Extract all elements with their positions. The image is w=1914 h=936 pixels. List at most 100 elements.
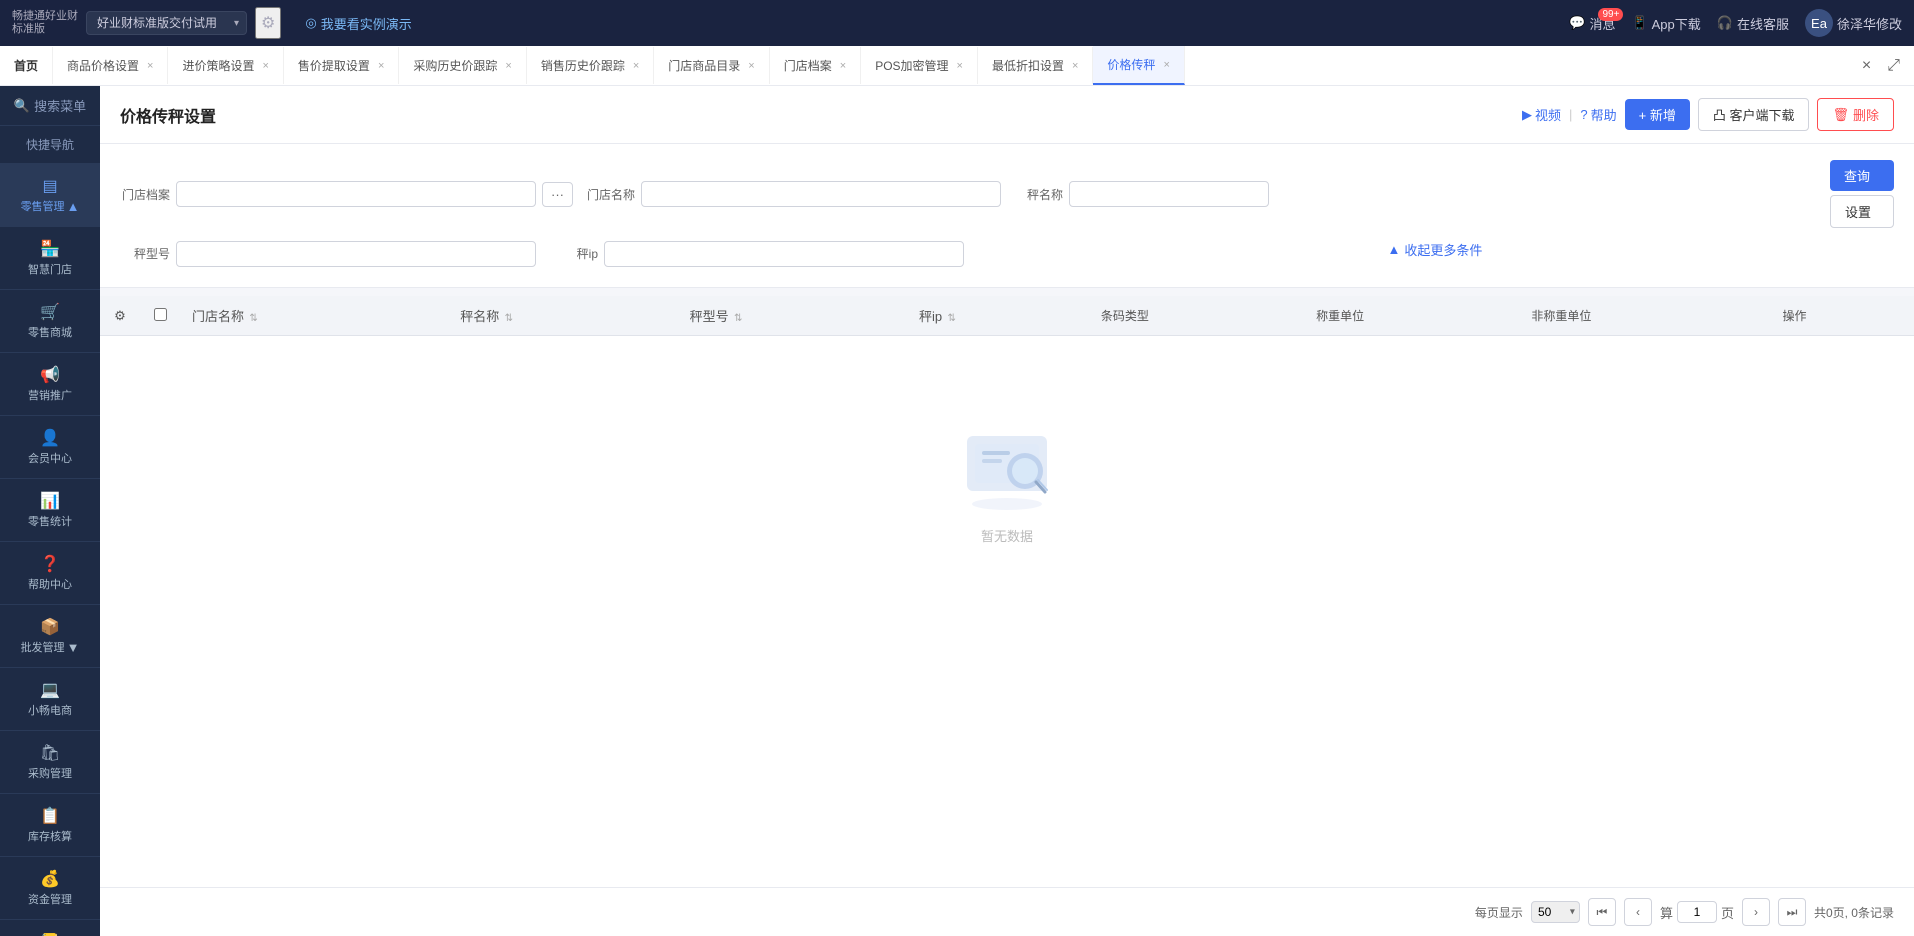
- first-page-button[interactable]: ⏮: [1588, 898, 1616, 926]
- filter-scale-name: 秤名称: [1013, 181, 1269, 207]
- sidebar-item-retail-mall[interactable]: 🛒 零售商城: [0, 290, 100, 353]
- store-profile-input[interactable]: [176, 181, 536, 207]
- tab-sales-history[interactable]: 销售历史价跟踪 ×: [527, 47, 654, 84]
- sidebar-item-retail-stats[interactable]: 📊 零售统计: [0, 479, 100, 542]
- nav-tabs: 首页 商品价格设置 × 进价策略设置 × 售价提取设置 × 采购历史价跟踪 × …: [0, 46, 1914, 86]
- version-select[interactable]: 好业财标准版交付试用: [86, 11, 247, 35]
- scale-model-input[interactable]: [176, 241, 536, 267]
- query-button[interactable]: 查询: [1830, 160, 1894, 191]
- sidebar: 🔍 搜索菜单 快捷导航 ▤ 零售管理 ▲ 🏪 智慧门店 🛒 零售商城 📢 营销推…: [0, 86, 100, 936]
- last-page-button[interactable]: ⏭: [1778, 898, 1806, 926]
- sidebar-item-help[interactable]: ❓ 帮助中心: [0, 542, 100, 605]
- tab-goods-price[interactable]: 商品价格设置 ×: [53, 47, 168, 84]
- online-service-label: 在线客服: [1737, 14, 1789, 33]
- th-settings[interactable]: ⚙: [100, 296, 140, 336]
- download-label: 凸 客户端下载: [1713, 105, 1795, 124]
- sort-icon[interactable]: ⇅: [505, 313, 513, 324]
- page-title-row: 价格传秤设置 ▶ 视频 | ? 帮助 + 新增 凸 客户端下载: [120, 98, 1894, 131]
- close-icon[interactable]: ×: [378, 60, 384, 72]
- page-header: 价格传秤设置 ▶ 视频 | ? 帮助 + 新增 凸 客户端下载: [100, 86, 1914, 144]
- demo-button[interactable]: ◎ 我要看实例演示: [305, 14, 411, 33]
- version-selector-wrapper: 好业财标准版交付试用 ▾: [86, 11, 247, 35]
- select-all-checkbox[interactable]: [154, 308, 167, 321]
- message-item[interactable]: 💬 消息 99+: [1569, 14, 1615, 33]
- close-icon[interactable]: ×: [505, 60, 511, 72]
- delete-button[interactable]: 🗑 删除: [1817, 98, 1894, 131]
- current-page-input[interactable]: [1677, 901, 1717, 923]
- collapse-button[interactable]: ▲ 收起更多条件: [1388, 240, 1483, 259]
- sidebar-item-label: 帮助中心: [28, 576, 72, 592]
- tab-purchase-history[interactable]: 采购历史价跟踪 ×: [399, 47, 526, 84]
- sort-icon[interactable]: ⇅: [249, 313, 257, 324]
- per-page-label: 每页显示: [1475, 904, 1523, 921]
- filter-form: 门店档案 ··· 门店名称 秤名称 查询 设置: [100, 144, 1914, 288]
- close-icon[interactable]: ×: [262, 60, 268, 72]
- settings-button[interactable]: ⚙: [255, 7, 281, 39]
- th-store-name-label: 门店名称: [192, 309, 244, 324]
- th-barcode-type: 条码类型: [1089, 296, 1304, 336]
- sidebar-item-purchase[interactable]: 🛍 采购管理: [0, 731, 100, 794]
- add-button[interactable]: + 新增: [1625, 99, 1690, 130]
- sidebar-item-ledger[interactable]: 📒 总账管理: [0, 920, 100, 936]
- help-label: 帮助: [1591, 105, 1617, 124]
- nav-close-btn[interactable]: ×: [1856, 53, 1877, 79]
- finance-icon: 💰: [40, 869, 60, 889]
- store-name-input[interactable]: [641, 181, 1001, 207]
- mini-ecom-icon: 💻: [40, 680, 60, 700]
- tab-store-catalog[interactable]: 门店商品目录 ×: [654, 47, 769, 84]
- table-body: 暂无数据: [100, 336, 1914, 626]
- sidebar-item-retail[interactable]: ▤ 零售管理 ▲: [0, 164, 100, 227]
- sidebar-item-label: 会员中心: [28, 450, 72, 466]
- settings-filter-button[interactable]: 设置: [1830, 195, 1894, 228]
- page-size-select[interactable]: 10 20 50 100: [1531, 901, 1580, 923]
- th-scale-model: 秤型号 ⇅: [678, 296, 907, 336]
- search-icon: 🔍: [14, 98, 30, 114]
- video-button[interactable]: ▶ 视频: [1522, 105, 1561, 124]
- sidebar-search[interactable]: 🔍 搜索菜单: [0, 86, 100, 126]
- close-icon[interactable]: ×: [633, 60, 639, 72]
- settings-filter-label: 设置: [1845, 202, 1871, 221]
- next-page-button[interactable]: ›: [1742, 898, 1770, 926]
- tab-selling-price[interactable]: 售价提取设置 ×: [284, 47, 399, 84]
- close-icon[interactable]: ×: [957, 60, 963, 72]
- scale-name-input[interactable]: [1069, 181, 1269, 207]
- app-download-item[interactable]: 📱 App下载: [1631, 14, 1700, 33]
- tab-pos-encryption[interactable]: POS加密管理 ×: [861, 47, 978, 84]
- scale-ip-input[interactable]: [604, 241, 964, 267]
- collapse-label: 收起更多条件: [1404, 240, 1482, 259]
- close-icon[interactable]: ×: [1072, 60, 1078, 72]
- sidebar-item-member[interactable]: 👤 会员中心: [0, 416, 100, 479]
- close-icon[interactable]: ×: [840, 60, 846, 72]
- store-profile-ellipsis-btn[interactable]: ···: [542, 182, 573, 207]
- sidebar-quick-nav[interactable]: 快捷导航: [0, 126, 100, 164]
- sidebar-item-label: 零售商城: [28, 324, 72, 340]
- tab-min-discount[interactable]: 最低折扣设置 ×: [978, 47, 1093, 84]
- user-item[interactable]: Ea 徐泽华修改: [1805, 9, 1902, 37]
- empty-text: 暂无数据: [981, 526, 1033, 545]
- sidebar-item-wholesale[interactable]: 📦 批发管理 ▼: [0, 605, 100, 668]
- sort-icon[interactable]: ⇅: [734, 313, 742, 324]
- prev-page-button[interactable]: ‹: [1624, 898, 1652, 926]
- nav-end: × ⤢: [1856, 53, 1914, 79]
- help-button[interactable]: ? 帮助: [1580, 105, 1616, 124]
- wholesale-icon: 📦: [40, 617, 60, 637]
- close-icon[interactable]: ×: [147, 60, 153, 72]
- close-icon[interactable]: ×: [1163, 59, 1169, 71]
- download-button[interactable]: 凸 客户端下载: [1698, 98, 1810, 131]
- filter-row-2: 秤型号 秤ip ▲ 收起更多条件: [120, 240, 1894, 267]
- sidebar-item-mini-ecom[interactable]: 💻 小畅电商: [0, 668, 100, 731]
- close-icon[interactable]: ×: [748, 60, 754, 72]
- sidebar-item-marketing[interactable]: 📢 营销推广: [0, 353, 100, 416]
- tab-home[interactable]: 首页: [0, 47, 53, 84]
- sidebar-item-smart-store[interactable]: 🏪 智慧门店: [0, 227, 100, 290]
- online-service-item[interactable]: 🎧 在线客服: [1717, 14, 1789, 33]
- tab-store-profile[interactable]: 门店档案 ×: [770, 47, 861, 84]
- sidebar-item-finance[interactable]: 💰 资金管理: [0, 857, 100, 920]
- sidebar-item-inventory[interactable]: 📋 库存核算: [0, 794, 100, 857]
- tab-purchase-strategy[interactable]: 进价策略设置 ×: [168, 47, 283, 84]
- th-check[interactable]: [140, 296, 180, 336]
- sort-icon[interactable]: ⇅: [947, 313, 955, 324]
- tab-price-scale[interactable]: 价格传秤 ×: [1093, 46, 1184, 85]
- nav-expand-btn[interactable]: ⤢: [1881, 53, 1906, 79]
- arrow-icon: ▼: [67, 640, 80, 655]
